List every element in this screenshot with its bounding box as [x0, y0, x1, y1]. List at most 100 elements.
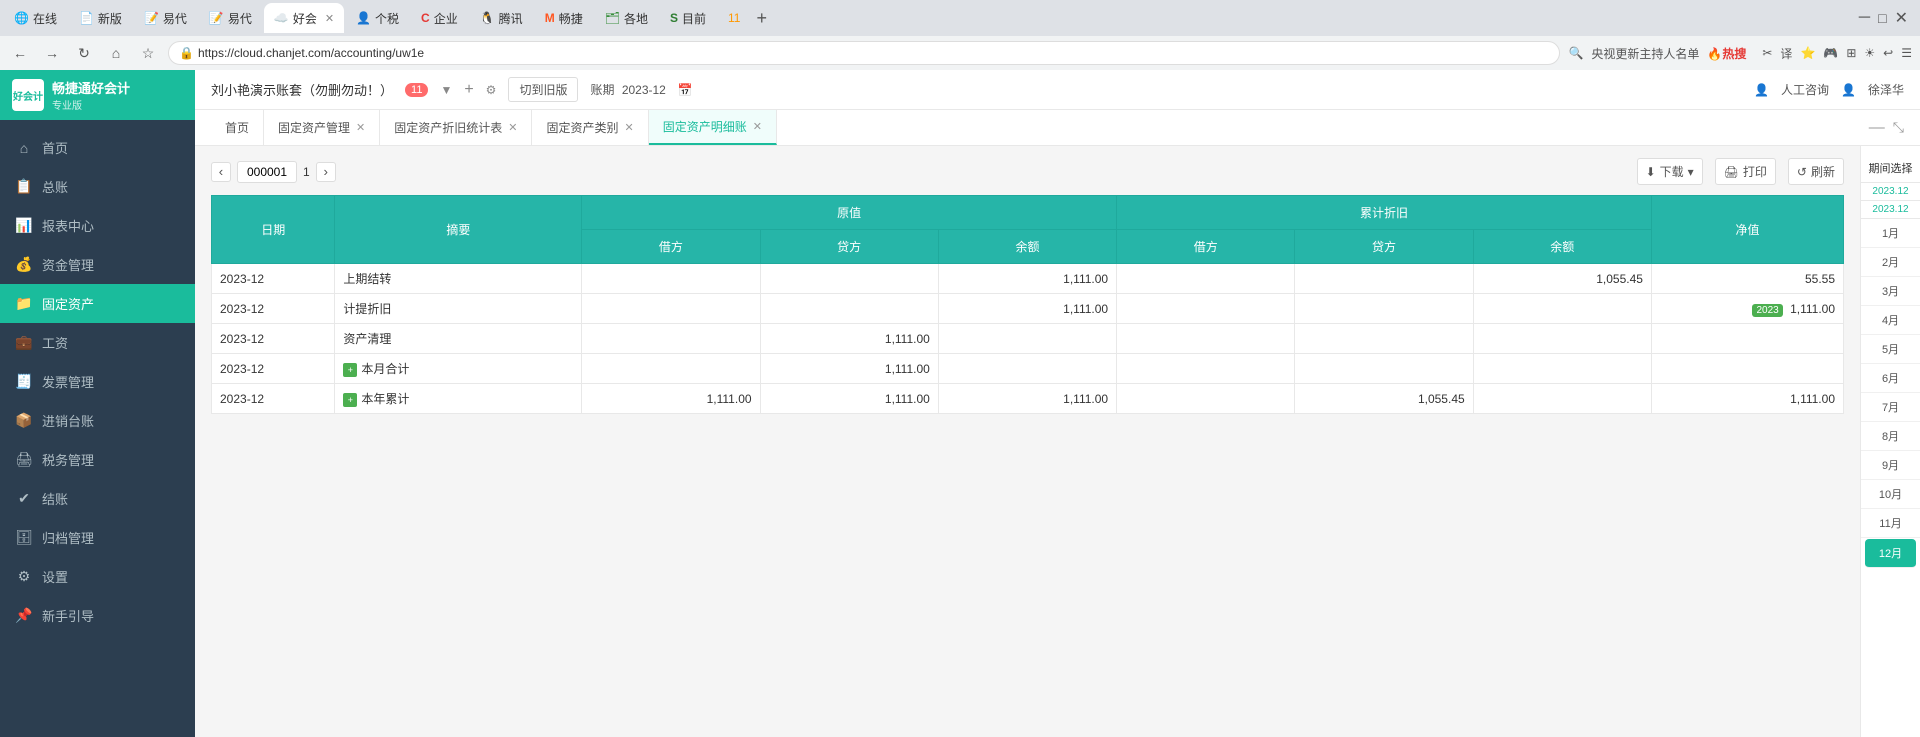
scissors-icon: ✂	[1762, 46, 1772, 60]
tab-fixed-asset-category-close[interactable]: ✕	[625, 121, 634, 134]
row-acc-balance-5	[1473, 384, 1651, 414]
tab-depreciation-stat[interactable]: 固定资产折旧统计表 ✕	[380, 110, 532, 145]
reload-btn[interactable]: ↻	[72, 41, 96, 65]
tab-home[interactable]: 首页	[211, 110, 264, 145]
row-net-2: 2023 1,111.00	[1651, 294, 1843, 324]
add-account-btn[interactable]: +	[464, 81, 473, 99]
refresh-btn[interactable]: ↺ 刷新	[1788, 158, 1844, 185]
sidebar-item-payroll-label: 工资	[42, 333, 68, 352]
browser-tab-qiye[interactable]: C 企业	[411, 3, 468, 33]
browser-tab-close[interactable]: ✕	[325, 12, 334, 25]
month-item-6[interactable]: 6月	[1861, 364, 1920, 393]
calendar-icon[interactable]: 📅	[678, 83, 693, 97]
table-row[interactable]: 2023-12 计提折旧 1,111.00 2023	[212, 294, 1844, 324]
sidebar-item-general-ledger-label: 总账	[42, 177, 68, 196]
month-item-2[interactable]: 2月	[1861, 248, 1920, 277]
row-acc-debit-1	[1117, 264, 1295, 294]
browser-tab-changjie[interactable]: M 畅捷	[535, 3, 593, 33]
forward-btn[interactable]: →	[40, 41, 64, 65]
browser-tab-muqian[interactable]: S 目前	[660, 3, 716, 33]
address-bar[interactable]: 🔒 https://cloud.chanjet.com/accounting/u…	[168, 41, 1560, 65]
browser-tab-haohui[interactable]: ☁️ 好会 ✕	[264, 3, 344, 33]
col-net-value: 净值	[1651, 196, 1843, 264]
col-acc-dep: 累计折旧	[1117, 196, 1652, 230]
table-row[interactable]: 2023-12 资产清理 1,111.00	[212, 324, 1844, 354]
bookmark-btn[interactable]: ☆	[136, 41, 160, 65]
sidebar-item-tax-label: 税务管理	[42, 450, 94, 469]
period-end-date: 2023.12	[1861, 201, 1920, 219]
browser-tab-yidai1[interactable]: 📝 易代	[134, 3, 197, 33]
sidebar-item-tax[interactable]: 🖨 税务管理	[0, 440, 195, 479]
payroll-icon: 💼	[16, 335, 32, 351]
help-btn[interactable]: 人工咨询	[1781, 81, 1829, 98]
sidebar-item-general-ledger[interactable]: 📋 总账	[0, 167, 195, 206]
sidebar-item-fixed-assets[interactable]: 📁 固定资产	[0, 284, 195, 323]
tab-fixed-asset-mgmt-close[interactable]: ✕	[356, 121, 365, 134]
month-item-4[interactable]: 4月	[1861, 306, 1920, 335]
nav-bar: ← → ↻ ⌂ ☆ 🔒 https://cloud.chanjet.com/ac…	[0, 36, 1920, 70]
back-btn[interactable]: ←	[8, 41, 32, 65]
sidebar-item-archive[interactable]: 🗄 归档管理	[0, 518, 195, 557]
collapse-btn[interactable]: —	[1869, 119, 1885, 137]
month-item-3[interactable]: 3月	[1861, 277, 1920, 306]
sidebar-item-guide[interactable]: 📌 新手引导	[0, 596, 195, 635]
browser-tab-new[interactable]: 📄 新版	[69, 3, 132, 33]
browser-tab-11[interactable]: 11	[718, 3, 750, 33]
download-btn[interactable]: ⬇ 下载 ▾	[1637, 158, 1703, 185]
next-page-btn[interactable]: ›	[316, 162, 336, 182]
sidebar-item-closing[interactable]: ✔ 结账	[0, 479, 195, 518]
month-item-5[interactable]: 5月	[1861, 335, 1920, 364]
sidebar-item-settings[interactable]: ⚙ 设置	[0, 557, 195, 596]
tab-fixed-asset-ledger[interactable]: 固定资产明细账 ✕	[649, 110, 777, 145]
browser-tab-gedi[interactable]: 🗂 各地	[595, 3, 658, 33]
tab-fixed-asset-mgmt[interactable]: 固定资产管理 ✕	[264, 110, 380, 145]
close-btn[interactable]: ✕	[1895, 8, 1908, 28]
sidebar-item-reports[interactable]: 📊 报表中心	[0, 206, 195, 245]
table-row[interactable]: 2023-12 +本年累计 1,111.00 1,111.00 1,111.00…	[212, 384, 1844, 414]
capital-icon: 💰	[16, 257, 32, 273]
browser-tab-geshui[interactable]: 👤 个税	[346, 3, 409, 33]
page-number-input[interactable]	[237, 161, 297, 183]
sidebar-item-closing-label: 结账	[42, 489, 68, 508]
month-item-10[interactable]: 10月	[1861, 480, 1920, 509]
table-row[interactable]: 2023-12 +本月合计 1,111.00	[212, 354, 1844, 384]
row-orig-debit-1	[582, 264, 760, 294]
tab-fixed-asset-ledger-close[interactable]: ✕	[753, 120, 762, 133]
sidebar-item-capital[interactable]: 💰 资金管理	[0, 245, 195, 284]
table-row[interactable]: 2023-12 上期结转 1,111.00 1,055.45 55.55	[212, 264, 1844, 294]
browser-tab-tengxun[interactable]: 🐧 腾讯	[470, 3, 533, 33]
browser-tab-yidai2[interactable]: 📝 易代	[199, 3, 262, 33]
minimize-btn[interactable]: ─	[1859, 9, 1870, 27]
sidebar-item-home[interactable]: ⌂ 首页	[0, 128, 195, 167]
month-item-8[interactable]: 8月	[1861, 422, 1920, 451]
sidebar-item-payroll[interactable]: 💼 工资	[0, 323, 195, 362]
sidebar-item-inventory[interactable]: 📦 进销台账	[0, 401, 195, 440]
print-btn[interactable]: 🖨 打印	[1715, 158, 1776, 185]
menu-icon[interactable]: ☰	[1901, 46, 1912, 60]
new-tab-btn[interactable]: +	[756, 8, 767, 29]
col-date: 日期	[212, 196, 335, 264]
sidebar-item-capital-label: 资金管理	[42, 255, 94, 274]
month-item-9[interactable]: 9月	[1861, 451, 1920, 480]
row-date-5: 2023-12	[212, 384, 335, 414]
expand-btn[interactable]: ⤡	[1893, 119, 1904, 136]
browser-tab-online[interactable]: 🌐 在线	[4, 3, 67, 33]
month-item-1[interactable]: 1月	[1861, 219, 1920, 248]
sidebar-item-guide-label: 新手引导	[42, 606, 94, 625]
gamepad-icon: 🎮	[1823, 46, 1838, 60]
month-item-12[interactable]: 12月	[1865, 539, 1916, 568]
switch-version-btn[interactable]: 切到旧版	[508, 77, 578, 102]
dropdown-icon[interactable]: ▼	[440, 83, 452, 97]
prev-page-btn[interactable]: ‹	[211, 162, 231, 182]
tab-fixed-asset-category[interactable]: 固定资产类别 ✕	[532, 110, 648, 145]
month-item-7[interactable]: 7月	[1861, 393, 1920, 422]
content-area: ‹ 1 › ⬇ 下载 ▾ 🖨 打印	[195, 146, 1920, 737]
home-btn[interactable]: ⌂	[104, 41, 128, 65]
settings-small-icon[interactable]: ⚙	[486, 83, 497, 97]
tab-depreciation-stat-close[interactable]: ✕	[508, 121, 517, 134]
maximize-btn[interactable]: □	[1878, 10, 1886, 26]
row-acc-debit-5	[1117, 384, 1295, 414]
sidebar-item-invoice[interactable]: 🧾 发票管理	[0, 362, 195, 401]
reports-icon: 📊	[16, 218, 32, 234]
month-item-11[interactable]: 11月	[1861, 509, 1920, 538]
